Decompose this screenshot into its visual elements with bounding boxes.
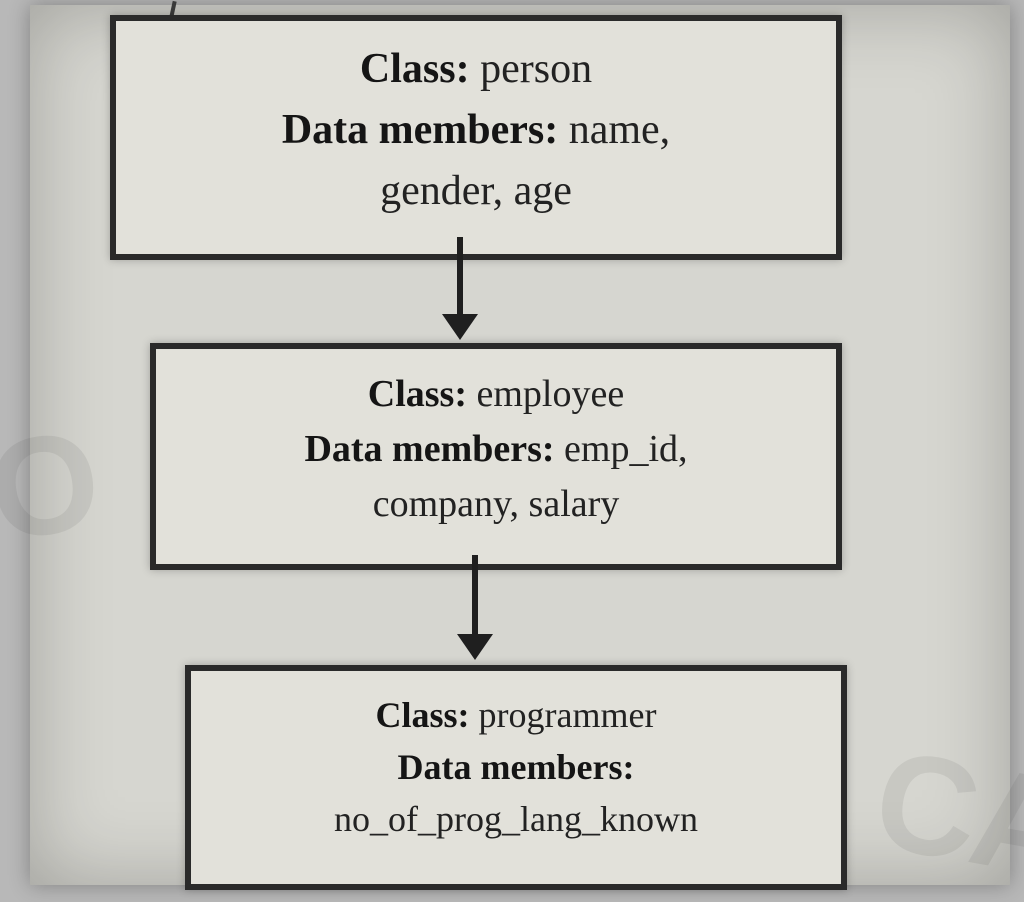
class-label: Class:	[368, 373, 467, 415]
class-box-employee: Class: employee Data members: emp_id, co…	[150, 343, 842, 570]
members-label: Data members:	[304, 428, 554, 470]
arrow-head-icon	[442, 314, 478, 340]
class-line: Class: programmer	[211, 689, 821, 741]
members-text: emp_id,	[564, 428, 687, 470]
arrow-head-icon	[457, 634, 493, 660]
members-line-2: company, salary	[176, 477, 816, 532]
class-label: Class:	[376, 695, 470, 735]
class-name: employee	[477, 373, 625, 415]
class-line: Class: employee	[176, 367, 816, 422]
page-background: O CA Class: person Data members: name, g…	[30, 5, 1010, 885]
class-box-person: Class: person Data members: name, gender…	[110, 15, 842, 260]
members-label: Data members:	[398, 747, 635, 787]
class-line: Class: person	[136, 39, 816, 100]
members-line-2: no_of_prog_lang_known	[211, 793, 821, 845]
members-line-1: Data members: name,	[136, 100, 816, 161]
members-line-2: gender, age	[136, 161, 816, 222]
members-label: Data members:	[282, 107, 558, 153]
arrow-shaft	[457, 237, 463, 315]
members-text: name,	[569, 107, 670, 153]
class-name: programmer	[479, 695, 657, 735]
class-inheritance-diagram: Class: person Data members: name, gender…	[30, 5, 1010, 885]
arrow-shaft	[472, 555, 478, 635]
members-line-1: Data members:	[211, 741, 821, 793]
class-box-programmer: Class: programmer Data members: no_of_pr…	[185, 665, 847, 890]
members-line-1: Data members: emp_id,	[176, 422, 816, 477]
class-label: Class:	[360, 46, 470, 92]
class-name: person	[480, 46, 592, 92]
